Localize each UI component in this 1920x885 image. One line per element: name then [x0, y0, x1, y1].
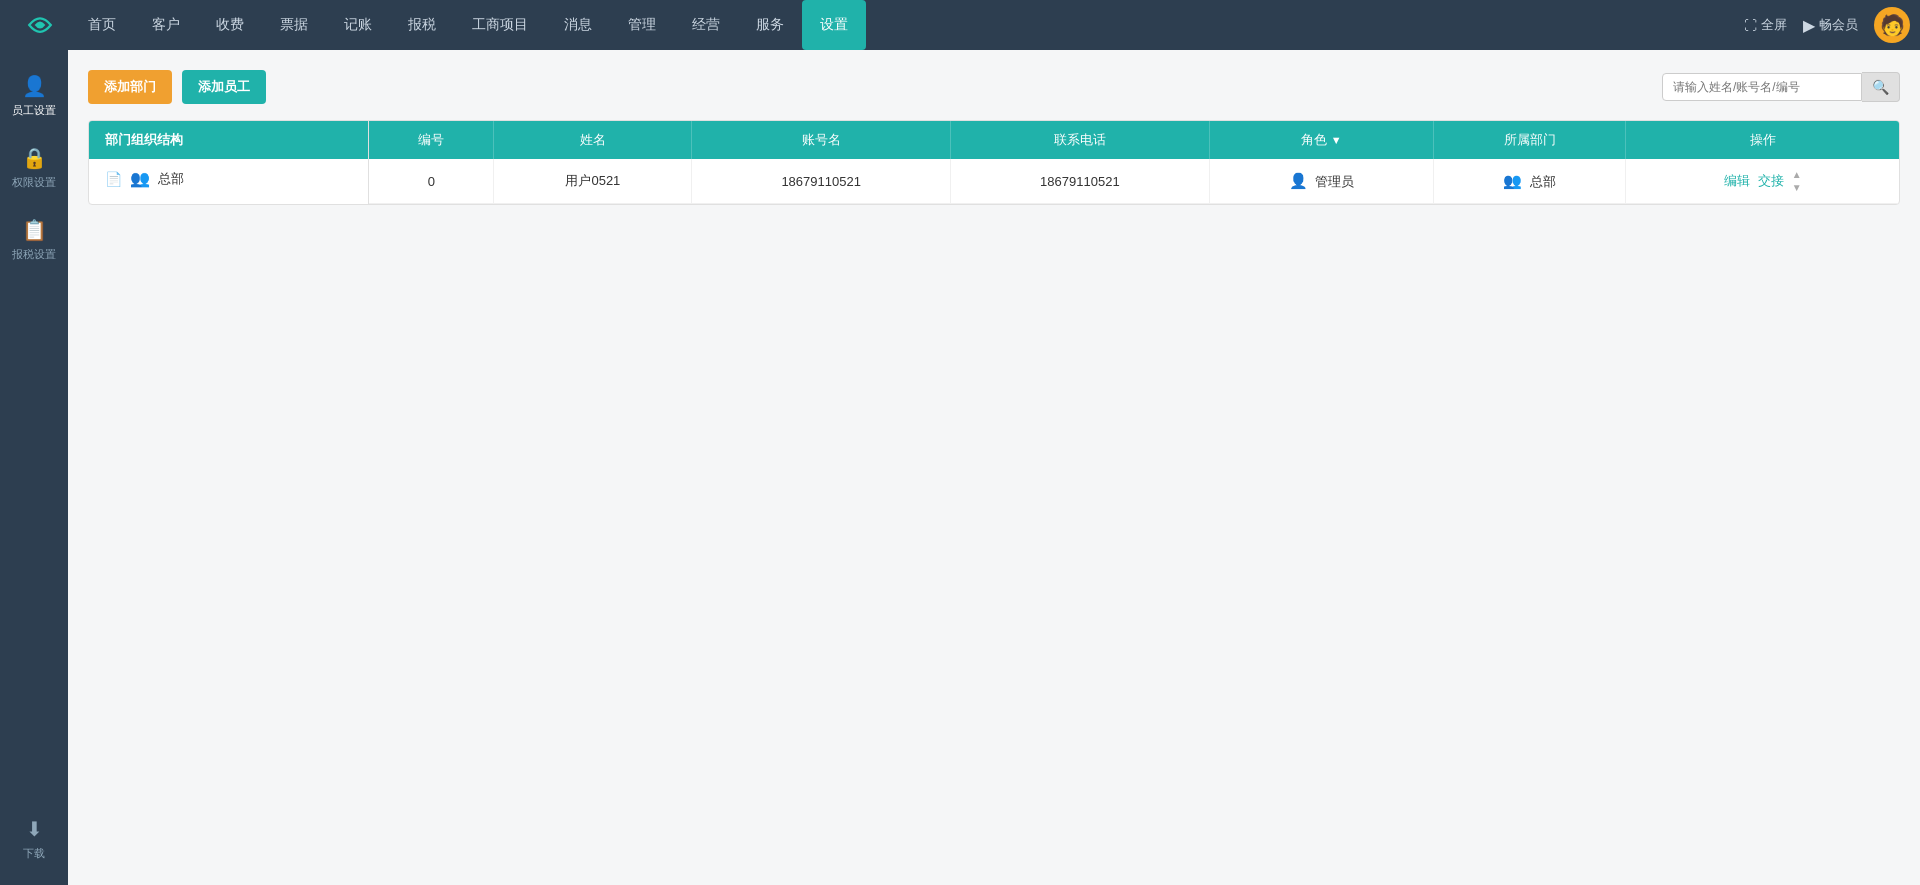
member-icon: ▶ [1803, 16, 1815, 35]
lock-icon: 🔒 [22, 146, 47, 170]
search-input[interactable] [1662, 73, 1862, 101]
cell-phone: 18679110521 [951, 159, 1210, 204]
sidebar-item-permission[interactable]: 🔒 权限设置 [0, 132, 68, 204]
col-dept: 所属部门 [1434, 121, 1626, 159]
dept-tree-item[interactable]: 📄 👥 总部 [89, 159, 368, 198]
content-area: 添加部门 添加员工 🔍 部门组织结构 📄 👥 总部 [68, 50, 1920, 885]
member-button[interactable]: ▶ 畅会员 [1803, 16, 1858, 35]
fullscreen-icon: ⛶ [1744, 18, 1757, 33]
filter-icon[interactable]: ▼ [1331, 134, 1342, 146]
employee-icon: 👤 [22, 74, 47, 98]
file-icon: 📄 [105, 171, 122, 187]
tax-icon: 📋 [22, 218, 47, 242]
main-layout: 👤 员工设置 🔒 权限设置 📋 报税设置 ⬇ 下载 添加部门 添加员工 [0, 50, 1920, 885]
nav-account[interactable]: 记账 [326, 0, 390, 50]
search-button[interactable]: 🔍 [1862, 72, 1900, 102]
emp-data-table: 编号 姓名 账号名 联系电话 角色 ▼ 所属部门 操作 [369, 121, 1899, 204]
sidebar-item-employee[interactable]: 👤 员工设置 [0, 60, 68, 132]
toolbar: 添加部门 添加员工 🔍 [88, 70, 1900, 104]
sidebar-item-download[interactable]: ⬇ 下载 [23, 803, 45, 875]
logo[interactable] [10, 0, 70, 50]
col-role: 角色 ▼ [1209, 121, 1433, 159]
nav-customer[interactable]: 客户 [134, 0, 198, 50]
nav-menu: 首页 客户 收费 票据 记账 报税 工商项目 消息 管理 经营 服务 设置 [70, 0, 1744, 50]
avatar[interactable]: 🧑 [1874, 7, 1910, 43]
dept-user-icon: 👥 [1503, 172, 1522, 189]
nav-fee[interactable]: 收费 [198, 0, 262, 50]
nav-bill[interactable]: 票据 [262, 0, 326, 50]
dept-tree-header: 部门组织结构 [89, 121, 368, 159]
nav-right-area: ⛶ 全屏 ▶ 畅会员 🧑 [1744, 7, 1910, 43]
nav-settings[interactable]: 设置 [802, 0, 866, 50]
table-row: 0 用户0521 18679110521 18679110521 👤 管理员 👥… [369, 159, 1899, 204]
sidebar: 👤 员工设置 🔒 权限设置 📋 报税设置 ⬇ 下载 [0, 50, 68, 885]
search-icon: 🔍 [1872, 79, 1889, 95]
col-name: 姓名 [494, 121, 692, 159]
arrow-down-icon: ▼ [1792, 182, 1802, 193]
col-id: 编号 [369, 121, 494, 159]
cell-dept: 👥 总部 [1434, 159, 1626, 204]
nav-home[interactable]: 首页 [70, 0, 134, 50]
col-ops: 操作 [1626, 121, 1899, 159]
add-emp-button[interactable]: 添加员工 [182, 70, 266, 104]
nav-service[interactable]: 服务 [738, 0, 802, 50]
col-phone: 联系电话 [951, 121, 1210, 159]
role-user-icon: 👤 [1289, 172, 1308, 189]
department-tree: 部门组织结构 📄 👥 总部 [89, 121, 369, 204]
col-account: 账号名 [692, 121, 951, 159]
table-header-row: 编号 姓名 账号名 联系电话 角色 ▼ 所属部门 操作 [369, 121, 1899, 159]
add-dept-button[interactable]: 添加部门 [88, 70, 172, 104]
employee-table: 编号 姓名 账号名 联系电话 角色 ▼ 所属部门 操作 [369, 121, 1899, 204]
cell-name: 用户0521 [494, 159, 692, 204]
nav-business[interactable]: 工商项目 [454, 0, 546, 50]
arrow-up-icon: ▲ [1792, 169, 1802, 180]
sidebar-bottom: ⬇ 下载 [23, 803, 45, 885]
cell-role: 👤 管理员 [1209, 159, 1433, 204]
dept-user-icon: 👥 [130, 169, 150, 188]
cell-account: 18679110521 [692, 159, 951, 204]
edit-link[interactable]: 编辑 [1724, 172, 1750, 190]
cell-ops: 编辑 交接 ▲ ▼ [1626, 159, 1899, 203]
table-area: 部门组织结构 📄 👥 总部 编号 姓名 账号名 联系电话 [88, 120, 1900, 205]
search-bar: 🔍 [1662, 72, 1900, 102]
download-icon: ⬇ [26, 817, 43, 841]
sidebar-item-taxsettings[interactable]: 📋 报税设置 [0, 204, 68, 276]
cell-id: 0 [369, 159, 494, 204]
transfer-link[interactable]: 交接 [1758, 172, 1784, 190]
nav-operation[interactable]: 经营 [674, 0, 738, 50]
top-navigation: 首页 客户 收费 票据 记账 报税 工商项目 消息 管理 经营 服务 设置 ⛶ … [0, 0, 1920, 50]
nav-message[interactable]: 消息 [546, 0, 610, 50]
fullscreen-button[interactable]: ⛶ 全屏 [1744, 16, 1787, 34]
row-scroll-arrows[interactable]: ▲ ▼ [1788, 169, 1806, 193]
nav-manage[interactable]: 管理 [610, 0, 674, 50]
nav-tax[interactable]: 报税 [390, 0, 454, 50]
